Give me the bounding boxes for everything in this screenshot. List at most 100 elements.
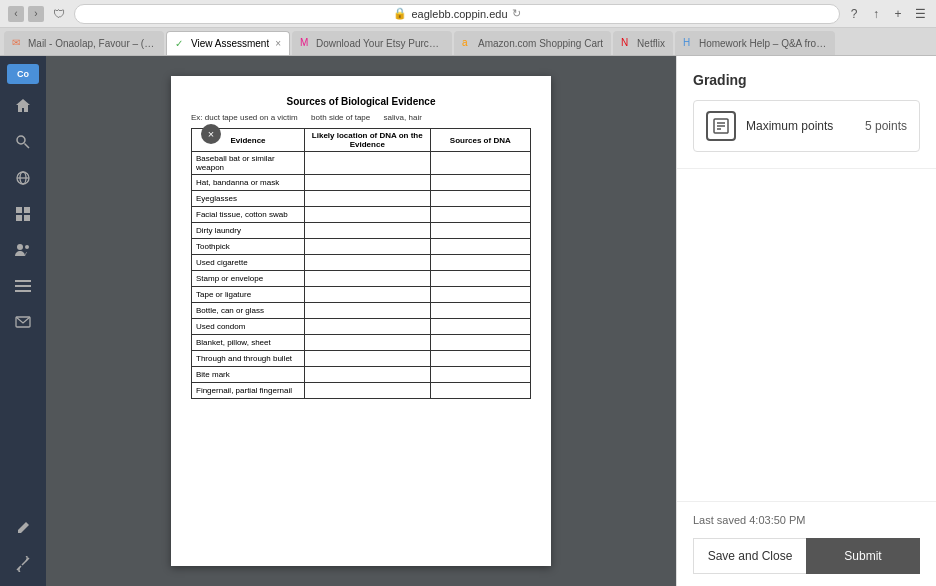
tab-assessment-close[interactable]: × <box>275 38 281 49</box>
table-cell-sources[interactable] <box>430 271 530 287</box>
table-cell-sources[interactable] <box>430 303 530 319</box>
address-text: eaglebb.coppin.edu <box>411 8 507 20</box>
table-cell-sources[interactable] <box>430 239 530 255</box>
save-close-button[interactable]: Save and Close <box>693 538 806 574</box>
browser-back-button[interactable]: ‹ <box>8 6 24 22</box>
table-cell-sources[interactable] <box>430 223 530 239</box>
table-cell-location[interactable] <box>305 152 431 175</box>
table-cell-location[interactable] <box>305 271 431 287</box>
tab-homework-label: Homework Help – Q&A from On... <box>699 38 827 49</box>
table-cell-location[interactable] <box>305 239 431 255</box>
table-row: Bottle, can or glass <box>192 303 531 319</box>
table-cell-sources[interactable] <box>430 367 530 383</box>
share-action-icon[interactable]: ↑ <box>868 6 884 22</box>
table-row: Baseball bat or similar weapon <box>192 152 531 175</box>
tab-mail[interactable]: ✉ Mail - Onaolap, Favour – (STU... <box>4 31 164 55</box>
address-bar[interactable]: 🔒 eaglebb.coppin.edu ↻ <box>74 4 840 24</box>
table-cell-location[interactable] <box>305 383 431 399</box>
table-cell-sources[interactable] <box>430 191 530 207</box>
sidebar-item-grid[interactable] <box>7 200 39 228</box>
table-row: Hat, bandanna or mask <box>192 175 531 191</box>
table-cell-evidence: Through and through bullet <box>192 351 305 367</box>
sidebar-item-edit[interactable] <box>7 514 39 542</box>
table-cell-evidence: Bite mark <box>192 367 305 383</box>
sidebar-item-mail[interactable] <box>7 308 39 336</box>
table-cell-location[interactable] <box>305 335 431 351</box>
assessment-favicon: ✓ <box>175 38 187 50</box>
tab-assessment-label: View Assessment <box>191 38 269 49</box>
refresh-icon: ↻ <box>512 7 521 20</box>
amazon-favicon: a <box>462 37 474 49</box>
table-cell-location[interactable] <box>305 303 431 319</box>
lock-icon: 🔒 <box>393 7 407 20</box>
table-cell-sources[interactable] <box>430 255 530 271</box>
tab-netflix[interactable]: N Netflix <box>613 31 673 55</box>
browser-action-buttons: ? ↑ + ☰ <box>846 6 928 22</box>
mail-favicon: ✉ <box>12 37 24 49</box>
sidebar-item-list[interactable] <box>7 272 39 300</box>
document-area: × Sources of Biological Evidence Ex: duc… <box>46 56 676 586</box>
sidebar-item-users[interactable] <box>7 236 39 264</box>
table-cell-sources[interactable] <box>430 152 530 175</box>
svg-rect-7 <box>16 215 22 221</box>
table-cell-location[interactable] <box>305 367 431 383</box>
svg-rect-13 <box>15 290 31 292</box>
table-cell-sources[interactable] <box>430 319 530 335</box>
table-cell-sources[interactable] <box>430 383 530 399</box>
table-cell-location[interactable] <box>305 287 431 303</box>
table-row: Bite mark <box>192 367 531 383</box>
example-col2: saliva, hair <box>384 113 422 122</box>
browser-tabs-bar: ✉ Mail - Onaolap, Favour – (STU... ✓ Vie… <box>0 28 936 56</box>
sidebar-item-search[interactable] <box>7 128 39 156</box>
tab-netflix-label: Netflix <box>637 38 665 49</box>
submit-button[interactable]: Submit <box>806 538 920 574</box>
table-row: Tape or ligature <box>192 287 531 303</box>
help-action-icon[interactable]: ? <box>846 6 862 22</box>
table-cell-location[interactable] <box>305 175 431 191</box>
svg-rect-11 <box>15 280 31 282</box>
table-row: Dirty laundry <box>192 223 531 239</box>
tab-amazon[interactable]: a Amazon.com Shopping Cart <box>454 31 611 55</box>
add-tab-icon[interactable]: + <box>890 6 906 22</box>
table-cell-location[interactable] <box>305 351 431 367</box>
right-bottom-panel: Last saved 4:03:50 PM Save and Close Sub… <box>677 501 936 586</box>
table-cell-location[interactable] <box>305 255 431 271</box>
example-item: duct tape used on a victim <box>205 113 298 122</box>
table-cell-evidence: Blanket, pillow, sheet <box>192 335 305 351</box>
tab-etsy[interactable]: M Download Your Etsy Purchase f... <box>292 31 452 55</box>
table-cell-sources[interactable] <box>430 287 530 303</box>
svg-rect-5 <box>16 207 22 213</box>
table-cell-sources[interactable] <box>430 175 530 191</box>
table-cell-evidence: Bottle, can or glass <box>192 303 305 319</box>
grading-title: Grading <box>693 72 920 88</box>
table-cell-location[interactable] <box>305 191 431 207</box>
table-row: Facial tissue, cotton swab <box>192 207 531 223</box>
table-cell-sources[interactable] <box>430 351 530 367</box>
table-row: Eyeglasses <box>192 191 531 207</box>
table-cell-location[interactable] <box>305 207 431 223</box>
table-header-sources: Sources of DNA <box>430 129 530 152</box>
table-cell-location[interactable] <box>305 319 431 335</box>
sidebar-item-home[interactable] <box>7 92 39 120</box>
max-points-label: Maximum points <box>746 119 855 133</box>
document-example: Ex: duct tape used on a victim both side… <box>191 113 531 122</box>
browser-forward-button[interactable]: › <box>28 6 44 22</box>
svg-line-1 <box>25 144 30 149</box>
sidebar-item-globe[interactable] <box>7 164 39 192</box>
tab-mail-label: Mail - Onaolap, Favour – (STU... <box>28 38 156 49</box>
table-row: Through and through bullet <box>192 351 531 367</box>
table-cell-location[interactable] <box>305 223 431 239</box>
table-cell-evidence: Dirty laundry <box>192 223 305 239</box>
table-cell-sources[interactable] <box>430 335 530 351</box>
homework-favicon: H <box>683 37 695 49</box>
grading-section: Grading Maximum points 5 points <box>677 56 936 169</box>
tab-homework[interactable]: H Homework Help – Q&A from On... <box>675 31 835 55</box>
table-cell-sources[interactable] <box>430 207 530 223</box>
example-col1: both side of tape <box>311 113 370 122</box>
table-cell-evidence: Eyeglasses <box>192 191 305 207</box>
menu-icon[interactable]: ☰ <box>912 6 928 22</box>
sidebar-item-link[interactable] <box>7 550 39 578</box>
close-overlay-button[interactable]: × <box>201 124 221 144</box>
tab-assessment[interactable]: ✓ View Assessment × <box>166 31 290 55</box>
svg-rect-12 <box>15 285 31 287</box>
